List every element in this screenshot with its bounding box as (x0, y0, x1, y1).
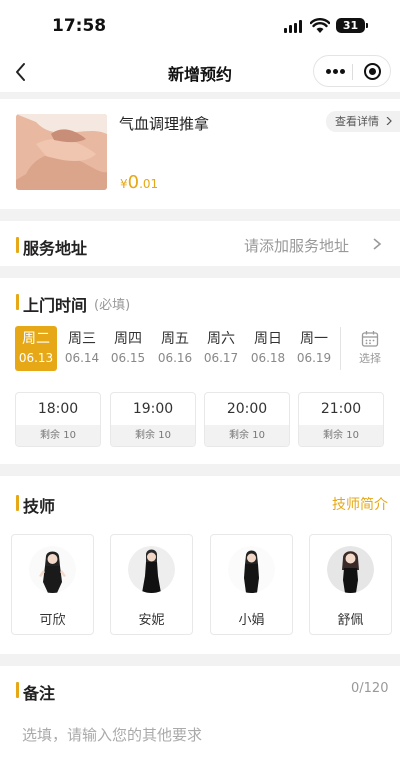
address-section-title: 服务地址 (23, 239, 88, 258)
time-slot-time: 20:00 (226, 401, 268, 417)
calendar-icon[interactable] (361, 330, 379, 348)
chevron-right-icon (373, 238, 382, 250)
price-currency: ¥ (120, 177, 128, 191)
avatar (327, 546, 374, 593)
chevron-right-icon (386, 117, 392, 125)
time-slot[interactable]: 21:00 剩余 10 (298, 392, 384, 447)
date-tab-date: 06.16 (157, 351, 193, 365)
date-tab[interactable]: 周三 06.14 (61, 326, 103, 371)
section-accent-bar (16, 495, 19, 511)
date-tab[interactable]: 周四 06.15 (107, 326, 149, 371)
technician-name: 安妮 (138, 613, 165, 628)
time-slot-time: 18:00 (37, 401, 79, 417)
status-bar: 17:58 31 (0, 0, 400, 52)
date-tab-date: 06.17 (203, 351, 239, 365)
date-tab-date: 06.13 (18, 351, 54, 365)
calendar-pick-label[interactable]: 选择 (359, 350, 381, 366)
technician-option[interactable]: 小娟 (210, 534, 293, 635)
product-image (16, 114, 107, 190)
technician-option[interactable]: 舒佩 (309, 534, 392, 635)
section-accent-bar (16, 294, 19, 310)
nav-bar: 新增预约 (0, 52, 400, 92)
section-accent-bar (16, 682, 19, 698)
time-slot-time: 19:00 (132, 401, 174, 417)
notes-section-title: 备注 (23, 684, 56, 703)
product-name: 气血调理推拿 (119, 115, 210, 133)
time-slot-remaining: 剩余 10 (205, 425, 289, 446)
wifi-icon (310, 18, 330, 33)
signal-icon (284, 20, 304, 33)
date-tab-weekday: 周三 (68, 331, 96, 347)
date-tab[interactable]: 周二 06.13 (15, 326, 57, 371)
technician-name: 小娟 (238, 613, 265, 628)
technician-name: 舒佩 (337, 613, 364, 628)
technician-section-title: 技师 (23, 497, 56, 516)
notes-input[interactable] (22, 727, 382, 744)
date-tab[interactable]: 周六 06.17 (200, 326, 242, 371)
date-tab-date: 06.15 (110, 351, 146, 365)
time-slot-remaining: 剩余 10 (16, 425, 100, 446)
date-tab-date: 06.18 (250, 351, 286, 365)
technician-option[interactable]: 安妮 (110, 534, 193, 635)
battery-level: 31 (342, 19, 359, 32)
character-counter: 0/120 (351, 681, 389, 696)
address-placeholder[interactable]: 请添加服务地址 (244, 235, 349, 256)
date-tab-weekday: 周五 (161, 331, 189, 347)
time-slot[interactable]: 20:00 剩余 10 (204, 392, 290, 447)
date-tab-date: 06.19 (296, 351, 332, 365)
time-slot[interactable]: 18:00 剩余 10 (15, 392, 101, 447)
date-tab[interactable]: 周五 06.16 (154, 326, 196, 371)
battery-icon: 31 (336, 18, 368, 33)
price-decimal: .01 (139, 177, 159, 191)
avatar (128, 546, 175, 593)
date-tab[interactable]: 周一 06.19 (293, 326, 335, 371)
view-details-label: 查看详情 (335, 115, 379, 128)
view-details-button[interactable]: 查看详情 (326, 111, 400, 132)
time-slot-remaining: 剩余 10 (299, 425, 383, 446)
date-tab-weekday: 周一 (300, 331, 328, 347)
close-mini-program-icon[interactable] (364, 63, 381, 80)
technician-name: 可欣 (39, 613, 66, 628)
date-tab-weekday: 周日 (254, 331, 282, 347)
capsule-divider (352, 64, 353, 80)
price-integer: 0 (127, 172, 140, 193)
time-slot[interactable]: 19:00 剩余 10 (110, 392, 196, 447)
section-accent-bar (16, 237, 19, 253)
notes-card (0, 666, 400, 781)
date-tab-date: 06.14 (64, 351, 100, 365)
date-tab-weekday: 周四 (114, 331, 142, 347)
avatar (29, 546, 76, 593)
required-hint: (必填) (94, 298, 131, 313)
time-slot-remaining: 剩余 10 (111, 425, 195, 446)
avatar (228, 546, 275, 593)
mini-program-capsule (313, 55, 391, 87)
date-tab-weekday: 周六 (207, 331, 235, 347)
product-price: ¥0.01 (120, 172, 158, 193)
technician-intro-link[interactable]: 技师简介 (332, 494, 388, 514)
date-divider (340, 327, 341, 370)
technician-option[interactable]: 可欣 (11, 534, 94, 635)
time-slot-time: 21:00 (320, 401, 362, 417)
schedule-section-title: 上门时间 (23, 296, 88, 315)
date-tab-weekday: 周二 (22, 331, 50, 347)
more-icon[interactable] (326, 69, 346, 75)
status-time: 17:58 (52, 16, 107, 36)
date-tab[interactable]: 周日 06.18 (247, 326, 289, 371)
